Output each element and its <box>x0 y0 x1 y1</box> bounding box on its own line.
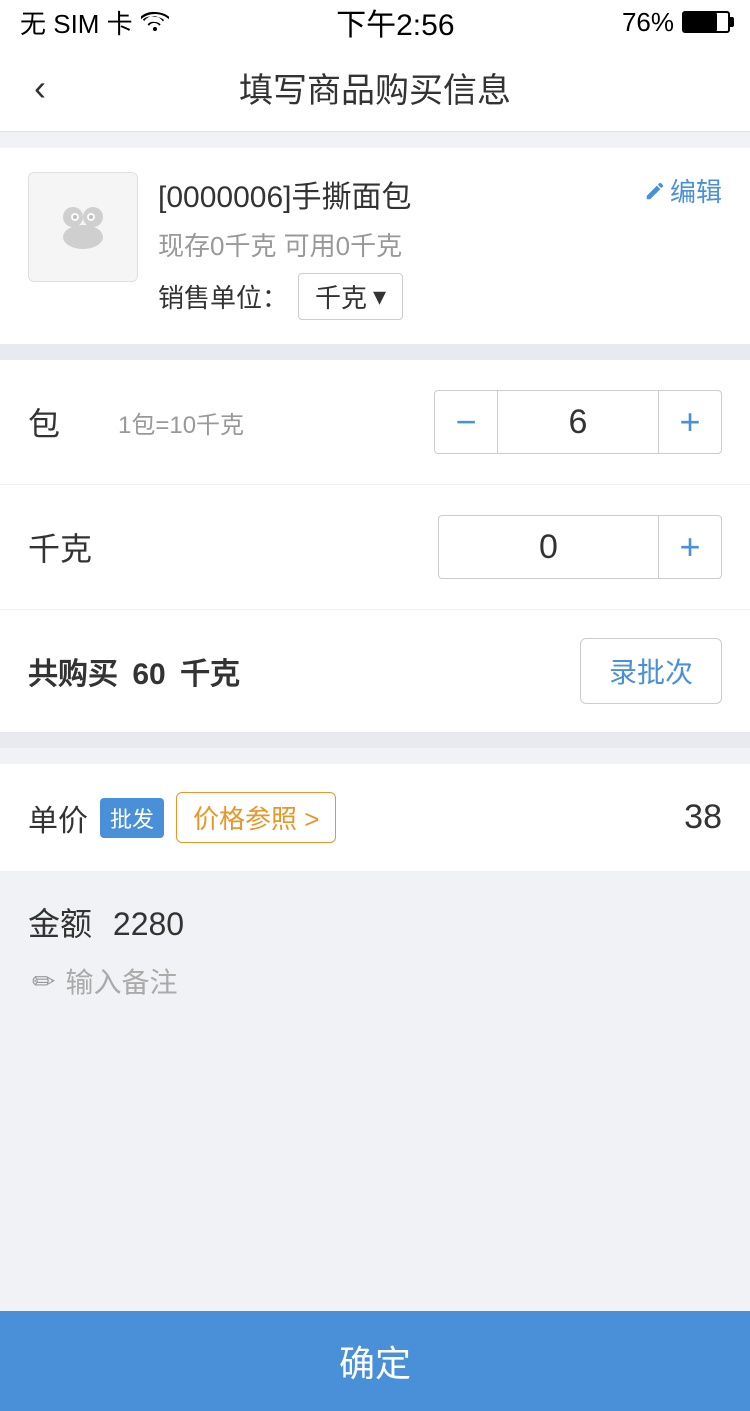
price-badge: 批发 <box>100 798 164 838</box>
unit-label: 销售单位： <box>158 278 288 315</box>
status-right: 76% <box>622 7 730 38</box>
product-thumbnail-icon <box>53 197 113 257</box>
kg-label: 千克 <box>28 524 108 570</box>
amount-section: 金额 2280 ✏ 输入备注 <box>0 871 750 1011</box>
bag-minus-button[interactable]: − <box>434 390 498 454</box>
pencil-icon: ✏ <box>32 965 55 998</box>
price-row: 单价 批发 价格参照 > 38 <box>0 764 750 871</box>
product-unit-row: 销售单位： 千克 ▾ <box>158 273 722 320</box>
kg-quantity-input[interactable] <box>438 515 658 579</box>
product-card: [0000006]手撕面包 编辑 现存0千克 可用0千克 销售单位： 千克 ▾ <box>0 148 750 344</box>
product-info: [0000006]手撕面包 编辑 现存0千克 可用0千克 销售单位： 千克 ▾ <box>158 172 722 320</box>
nav-bar: ‹ 填写商品购买信息 <box>0 44 750 132</box>
price-label: 单价 <box>28 796 88 840</box>
amount-value: 2280 <box>113 906 184 942</box>
remark-placeholder: 输入备注 <box>65 961 177 1001</box>
status-time: 下午2:56 <box>169 0 622 44</box>
wifi-icon <box>141 7 169 38</box>
battery-icon <box>682 11 730 33</box>
edit-icon <box>644 180 666 202</box>
section-divider-2 <box>0 732 750 748</box>
status-carrier: 无 SIM 卡 <box>20 4 169 41</box>
confirm-button[interactable]: 确定 <box>0 1311 750 1411</box>
status-bar: 无 SIM 卡 下午2:56 76% <box>0 0 750 44</box>
remark-row[interactable]: ✏ 输入备注 <box>28 961 722 1001</box>
product-name: [0000006]手撕面包 <box>158 172 411 216</box>
battery-percent: 76% <box>622 7 674 38</box>
carrier-text: 无 SIM 卡 <box>20 4 133 41</box>
bag-quantity-controls: − + <box>434 390 722 454</box>
empty-space <box>0 1011 750 1311</box>
bag-quantity-input[interactable] <box>498 390 658 454</box>
price-label-group: 单价 批发 价格参照 > <box>28 792 336 843</box>
kg-plus-button[interactable]: + <box>658 515 722 579</box>
total-row: 共购买 60 千克 录批次 <box>0 610 750 732</box>
chevron-down-icon: ▾ <box>373 281 386 312</box>
page-title: 填写商品购买信息 <box>239 63 511 112</box>
price-section: 单价 批发 价格参照 > 38 <box>0 748 750 871</box>
kg-quantity-controls: + <box>438 515 722 579</box>
batch-button[interactable]: 录批次 <box>580 638 722 704</box>
kg-quantity-row: 千克 + <box>0 485 750 610</box>
amount-text: 金额 2280 <box>28 899 722 945</box>
quantity-section: 包 1包=10千克 − + 千克 + 共购买 60 千克 录批次 <box>0 360 750 732</box>
bag-quantity-row: 包 1包=10千克 − + <box>0 360 750 485</box>
price-ref-button[interactable]: 价格参照 > <box>176 792 336 843</box>
bag-label: 包 <box>28 399 108 445</box>
bag-plus-button[interactable]: + <box>658 390 722 454</box>
section-divider-1 <box>0 344 750 360</box>
product-image <box>28 172 138 282</box>
edit-button[interactable]: 编辑 <box>644 172 722 209</box>
price-value: 38 <box>684 798 722 837</box>
product-stock: 现存0千克 可用0千克 <box>158 226 722 263</box>
total-text: 共购买 60 千克 <box>28 649 240 693</box>
bag-sublabel: 1包=10千克 <box>118 405 434 440</box>
back-button[interactable]: ‹ <box>24 57 56 119</box>
unit-select[interactable]: 千克 ▾ <box>298 273 403 320</box>
